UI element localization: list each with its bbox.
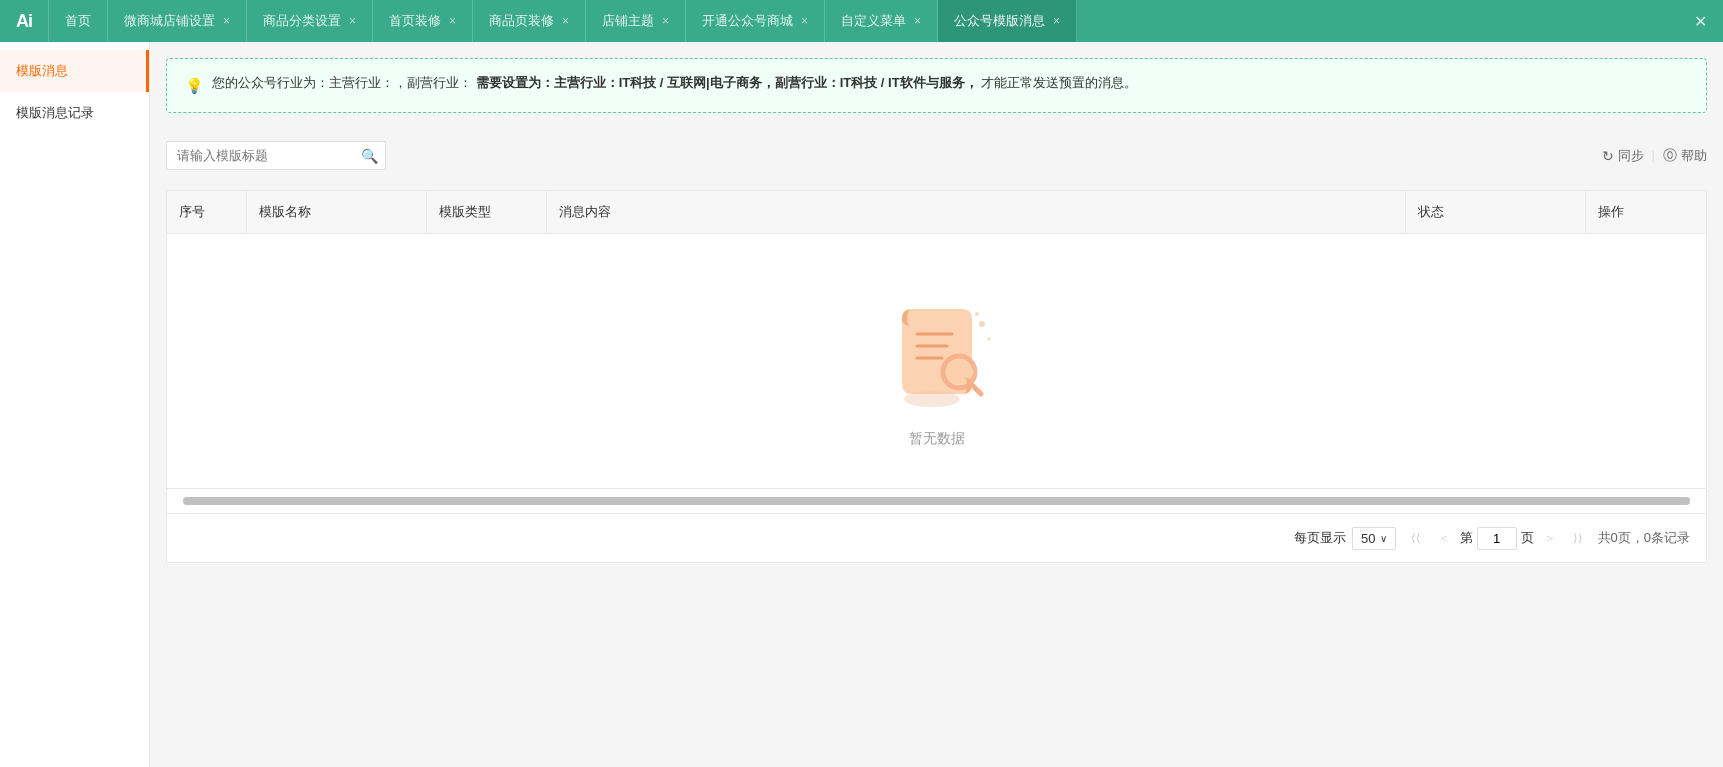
- empty-illustration: [877, 294, 997, 414]
- tab-2-label: 商品分类设置: [263, 12, 341, 30]
- empty-text: 暂无数据: [909, 430, 965, 448]
- pagination: 每页显示 50 ∨ ⟨⟨ ＜ 第 页 ＞ ⟩⟩ 共0页，0条记录: [167, 513, 1706, 562]
- search-input[interactable]: [166, 141, 386, 170]
- th-action-label: 操作: [1598, 204, 1624, 219]
- table-header: 序号 模版名称 模版类型 消息内容 状态 操作: [167, 191, 1706, 234]
- search-wrap: 🔍: [166, 141, 386, 170]
- tab-7-label: 自定义菜单: [841, 12, 906, 30]
- tab-4-close[interactable]: ×: [562, 14, 569, 28]
- tab-2-close[interactable]: ×: [349, 14, 356, 28]
- sync-icon: ↻: [1602, 148, 1614, 164]
- tab-4[interactable]: 商品页装修 ×: [473, 0, 586, 42]
- th-action: 操作: [1586, 191, 1706, 233]
- tab-2[interactable]: 商品分类设置 ×: [247, 0, 373, 42]
- th-name: 模版名称: [247, 191, 427, 233]
- tab-8-label: 公众号模版消息: [954, 12, 1045, 30]
- page-size-dropdown[interactable]: 50 ∨: [1352, 527, 1395, 550]
- notice-highlight: 需要设置为：主营行业：IT科技 / 互联网|电子商务，副营行业：IT科技 / I…: [476, 75, 978, 90]
- notice-box: 💡 您的公众号行业为：主营行业：，副营行业： 需要设置为：主营行业：IT科技 /…: [166, 58, 1707, 113]
- svg-line-6: [970, 383, 981, 394]
- th-status-label: 状态: [1418, 204, 1444, 219]
- tab-5[interactable]: 店铺主题 ×: [586, 0, 686, 42]
- help-button[interactable]: ⓪ 帮助: [1663, 147, 1707, 165]
- help-label: 帮助: [1681, 147, 1707, 165]
- th-index: 序号: [167, 191, 247, 233]
- notice-prefix: 您的公众号行业为：主营行业：，副营行业：: [212, 75, 472, 90]
- svg-point-5: [947, 360, 971, 384]
- tab-3-close[interactable]: ×: [449, 14, 456, 28]
- th-content-label: 消息内容: [559, 204, 611, 219]
- notice-text: 您的公众号行业为：主营行业：，副营行业： 需要设置为：主营行业：IT科技 / 互…: [212, 73, 1137, 94]
- logo: Ai: [0, 0, 49, 42]
- tab-6-close[interactable]: ×: [801, 14, 808, 28]
- search-button[interactable]: 🔍: [361, 148, 378, 164]
- page-navigation: ⟨⟨ ＜ 第 页 ＞ ⟩⟩: [1404, 526, 1590, 550]
- page-label: 第: [1460, 529, 1473, 547]
- tab-1[interactable]: 微商城店铺设置 ×: [108, 0, 247, 42]
- notice-suffix: 才能正常发送预置的消息。: [981, 75, 1137, 90]
- total-label: 共0页，0条记录: [1598, 529, 1690, 547]
- horizontal-scrollbar[interactable]: [167, 488, 1706, 513]
- tab-3-label: 首页装修: [389, 12, 441, 30]
- last-page-button[interactable]: ⟩⟩: [1566, 526, 1590, 550]
- sidebar: 模版消息 模版消息记录: [0, 42, 150, 767]
- th-type-label: 模版类型: [439, 204, 491, 219]
- global-close-button[interactable]: ✕: [1678, 12, 1723, 31]
- tab-3[interactable]: 首页装修 ×: [373, 0, 473, 42]
- th-status: 状态: [1406, 191, 1586, 233]
- tab-7[interactable]: 自定义菜单 ×: [825, 0, 938, 42]
- empty-state: 暂无数据: [167, 234, 1706, 488]
- data-table: 序号 模版名称 模版类型 消息内容 状态 操作: [166, 190, 1707, 563]
- help-icon: ⓪: [1663, 147, 1677, 165]
- th-content: 消息内容: [547, 191, 1406, 233]
- page-size-value: 50: [1361, 531, 1375, 546]
- tab-home-label: 首页: [65, 12, 91, 30]
- tab-5-close[interactable]: ×: [662, 14, 669, 28]
- next-page-button[interactable]: ＞: [1538, 526, 1562, 550]
- tab-4-label: 商品页装修: [489, 12, 554, 30]
- sidebar-item-template-records[interactable]: 模版消息记录: [0, 92, 149, 134]
- svg-point-8: [987, 337, 991, 341]
- divider: |: [1652, 148, 1655, 163]
- sync-button[interactable]: ↻ 同步: [1602, 147, 1644, 165]
- notice-icon: 💡: [185, 74, 204, 98]
- first-page-button[interactable]: ⟨⟨: [1404, 526, 1428, 550]
- tab-1-close[interactable]: ×: [223, 14, 230, 28]
- svg-point-9: [975, 312, 979, 316]
- th-name-label: 模版名称: [259, 204, 311, 219]
- page-size-label: 每页显示: [1294, 529, 1346, 547]
- tab-6-label: 开通公众号商城: [702, 12, 793, 30]
- logo-text: Ai: [16, 11, 32, 32]
- page-unit: 页: [1521, 529, 1534, 547]
- page-input[interactable]: [1477, 527, 1517, 550]
- chevron-down-icon: ∨: [1380, 533, 1387, 544]
- main-layout: 模版消息 模版消息记录 💡 您的公众号行业为：主营行业：，副营行业： 需要设置为…: [0, 42, 1723, 767]
- tab-7-close[interactable]: ×: [914, 14, 921, 28]
- svg-point-7: [979, 321, 985, 327]
- tab-8[interactable]: 公众号模版消息 ×: [938, 0, 1077, 42]
- content-area: 💡 您的公众号行业为：主营行业：，副营行业： 需要设置为：主营行业：IT科技 /…: [150, 42, 1723, 767]
- search-right: ↻ 同步 | ⓪ 帮助: [1602, 147, 1707, 165]
- tab-8-close[interactable]: ×: [1053, 14, 1060, 28]
- sidebar-item-1-label: 模版消息记录: [16, 105, 94, 120]
- tab-5-label: 店铺主题: [602, 12, 654, 30]
- scrollbar-track: [183, 497, 1690, 505]
- scrollbar-thumb: [183, 497, 1690, 505]
- sidebar-item-0-label: 模版消息: [16, 63, 68, 78]
- sync-label: 同步: [1618, 147, 1644, 165]
- th-type: 模版类型: [427, 191, 547, 233]
- tab-1-label: 微商城店铺设置: [124, 12, 215, 30]
- tab-6[interactable]: 开通公众号商城 ×: [686, 0, 825, 42]
- sidebar-item-template-message[interactable]: 模版消息: [0, 50, 149, 92]
- prev-page-button[interactable]: ＜: [1432, 526, 1456, 550]
- tab-bar: Ai 首页 微商城店铺设置 × 商品分类设置 × 首页装修 × 商品页装修 × …: [0, 0, 1723, 42]
- tab-home[interactable]: 首页: [49, 0, 108, 42]
- th-index-label: 序号: [179, 204, 205, 219]
- search-icon: 🔍: [361, 148, 378, 164]
- page-size-select: 每页显示 50 ∨: [1294, 527, 1395, 550]
